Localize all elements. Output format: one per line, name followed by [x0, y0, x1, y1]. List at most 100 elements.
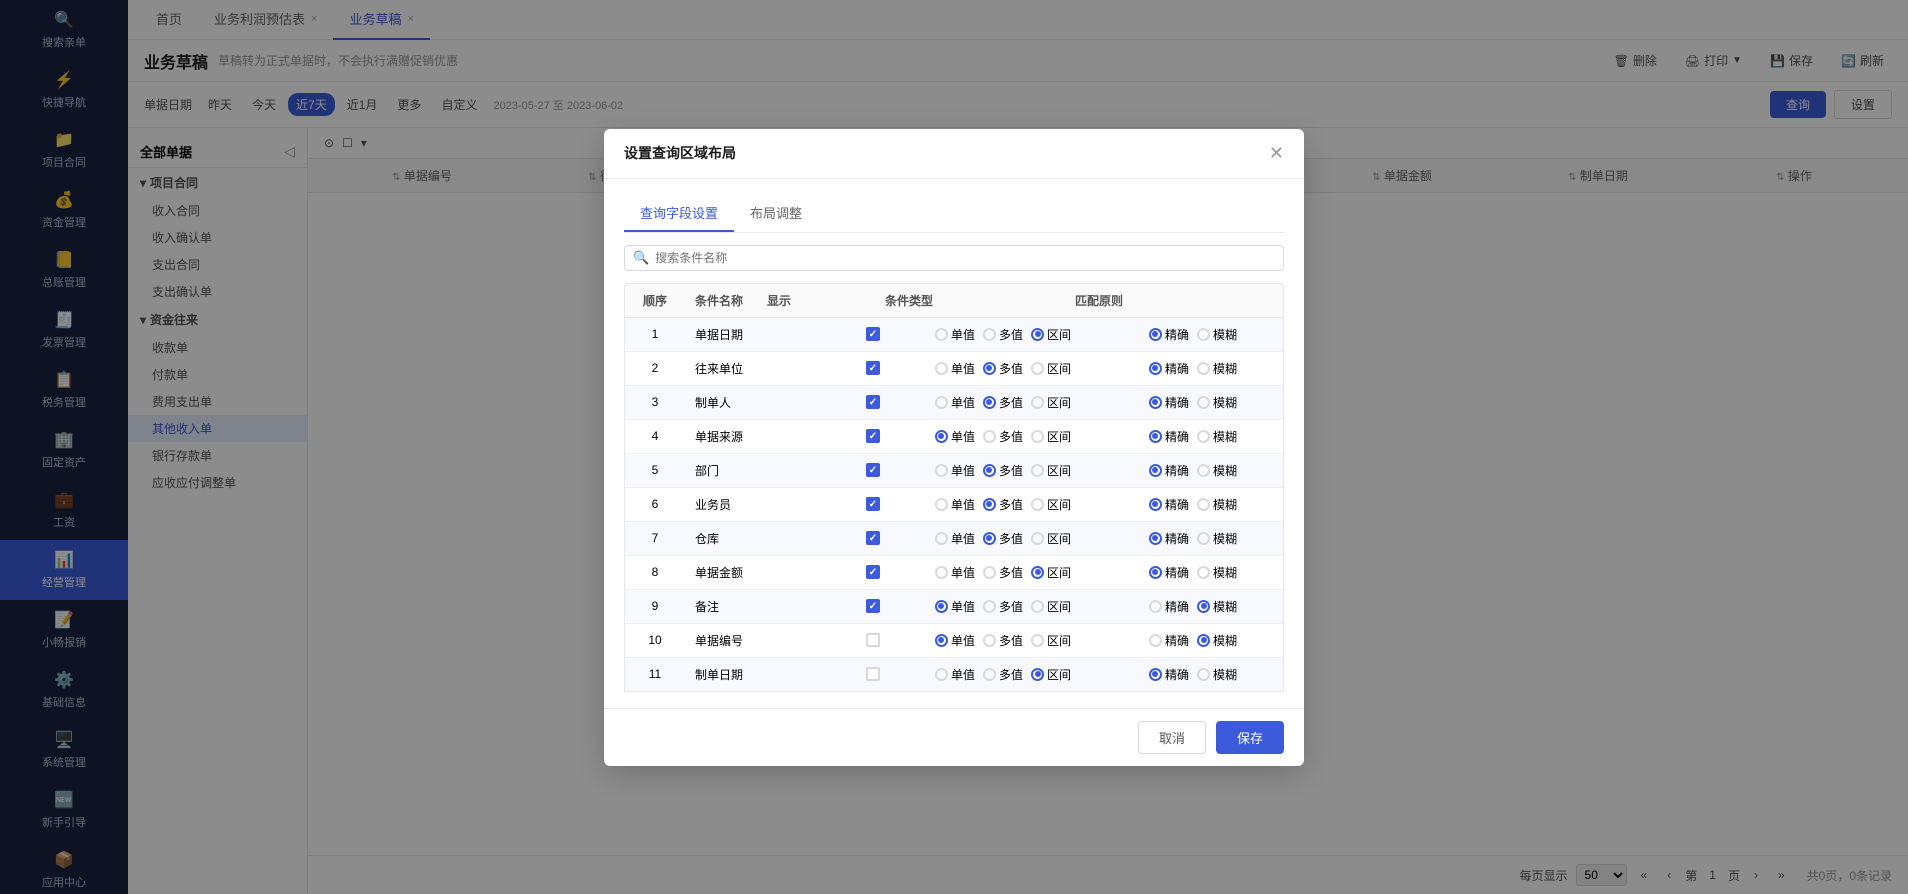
checkbox-11[interactable]	[866, 667, 880, 681]
radio-match-exact-1[interactable]: 精确	[1149, 326, 1189, 343]
radio-circle	[1197, 328, 1210, 341]
radio-type-single-3[interactable]: 单值	[935, 394, 975, 411]
row-show-8[interactable]: ✓	[843, 557, 903, 587]
modal-close-button[interactable]: ✕	[1269, 143, 1284, 164]
radio-circle	[1031, 532, 1044, 545]
radio-circle	[935, 464, 948, 477]
radio-type-multi-8[interactable]: 多值	[983, 564, 1023, 581]
radio-match-exact-11[interactable]: 精确	[1149, 666, 1189, 683]
row-show-5[interactable]: ✓	[843, 455, 903, 485]
radio-match-fuzzy-1[interactable]: 模糊	[1197, 326, 1237, 343]
modal-tab-layout[interactable]: 布局调整	[734, 195, 818, 232]
radio-match-exact-7[interactable]: 精确	[1149, 530, 1189, 547]
radio-type-single-10[interactable]: 单值	[935, 632, 975, 649]
radio-type-single-8[interactable]: 单值	[935, 564, 975, 581]
radio-type-single-2[interactable]: 单值	[935, 360, 975, 377]
radio-type-multi-9[interactable]: 多值	[983, 598, 1023, 615]
radio-match-exact-9[interactable]: 精确	[1149, 598, 1189, 615]
radio-circle	[983, 362, 996, 375]
radio-match-exact-8[interactable]: 精确	[1149, 564, 1189, 581]
radio-circle	[1197, 532, 1210, 545]
radio-type-single-1[interactable]: 单值	[935, 326, 975, 343]
radio-match-fuzzy-6[interactable]: 模糊	[1197, 496, 1237, 513]
radio-type-single-11[interactable]: 单值	[935, 666, 975, 683]
radio-match-fuzzy-4[interactable]: 模糊	[1197, 428, 1237, 445]
radio-type-range-1[interactable]: 区间	[1031, 326, 1071, 343]
row-show-3[interactable]: ✓	[843, 387, 903, 417]
radio-match-fuzzy-7[interactable]: 模糊	[1197, 530, 1237, 547]
radio-type-multi-6[interactable]: 多值	[983, 496, 1023, 513]
radio-type-multi-11[interactable]: 多值	[983, 666, 1023, 683]
radio-match-exact-3[interactable]: 精确	[1149, 394, 1189, 411]
radio-circle	[1149, 328, 1162, 341]
radio-match-exact-5[interactable]: 精确	[1149, 462, 1189, 479]
radio-type-multi-1[interactable]: 多值	[983, 326, 1023, 343]
radio-type-multi-2[interactable]: 多值	[983, 360, 1023, 377]
row-show-11[interactable]	[843, 659, 903, 689]
radio-match-fuzzy-3[interactable]: 模糊	[1197, 394, 1237, 411]
radio-match-exact-4[interactable]: 精确	[1149, 428, 1189, 445]
radio-type-range-7[interactable]: 区间	[1031, 530, 1071, 547]
settings-row: 2往来单位✓单值多值区间精确模糊	[625, 352, 1283, 386]
checkbox-7[interactable]: ✓	[866, 531, 880, 545]
checkbox-8[interactable]: ✓	[866, 565, 880, 579]
row-name-2: 往来单位	[685, 352, 843, 385]
radio-match-exact-2[interactable]: 精确	[1149, 360, 1189, 377]
radio-type-range-9[interactable]: 区间	[1031, 598, 1071, 615]
row-show-2[interactable]: ✓	[843, 353, 903, 383]
radio-match-exact-10[interactable]: 精确	[1149, 632, 1189, 649]
radio-type-range-5[interactable]: 区间	[1031, 462, 1071, 479]
settings-row: 5部门✓单值多值区间精确模糊	[625, 454, 1283, 488]
radio-type-range-6[interactable]: 区间	[1031, 496, 1071, 513]
radio-type-range-4[interactable]: 区间	[1031, 428, 1071, 445]
settings-header-顺序: 顺序	[625, 284, 685, 317]
radio-type-range-3[interactable]: 区间	[1031, 394, 1071, 411]
row-show-4[interactable]: ✓	[843, 421, 903, 451]
radio-type-multi-5[interactable]: 多值	[983, 462, 1023, 479]
radio-type-single-6[interactable]: 单值	[935, 496, 975, 513]
search-input[interactable]	[655, 251, 1275, 265]
checkbox-10[interactable]	[866, 633, 880, 647]
radio-match-fuzzy-9[interactable]: 模糊	[1197, 598, 1237, 615]
radio-match-fuzzy-5[interactable]: 模糊	[1197, 462, 1237, 479]
radio-type-single-7[interactable]: 单值	[935, 530, 975, 547]
checkbox-1[interactable]: ✓	[866, 327, 880, 341]
checkbox-9[interactable]: ✓	[866, 599, 880, 613]
checkbox-4[interactable]: ✓	[866, 429, 880, 443]
modal-body: 查询字段设置布局调整 🔍 顺序条件名称显示条件类型匹配原则 1单据日期✓单值多值…	[604, 179, 1304, 708]
cancel-button[interactable]: 取消	[1138, 721, 1206, 754]
radio-match-fuzzy-8[interactable]: 模糊	[1197, 564, 1237, 581]
row-show-7[interactable]: ✓	[843, 523, 903, 553]
radio-type-single-4[interactable]: 单值	[935, 428, 975, 445]
row-show-9[interactable]: ✓	[843, 591, 903, 621]
checkbox-3[interactable]: ✓	[866, 395, 880, 409]
row-show-6[interactable]: ✓	[843, 489, 903, 519]
row-order-6: 6	[625, 489, 685, 519]
radio-match-fuzzy-11[interactable]: 模糊	[1197, 666, 1237, 683]
modal-header: 设置查询区域布局 ✕	[604, 129, 1304, 179]
radio-match-fuzzy-10[interactable]: 模糊	[1197, 632, 1237, 649]
checkbox-6[interactable]: ✓	[866, 497, 880, 511]
settings-header-显示: 显示	[749, 284, 809, 317]
modal-tab-fields[interactable]: 查询字段设置	[624, 195, 734, 232]
save-button[interactable]: 保存	[1216, 721, 1284, 754]
settings-table: 顺序条件名称显示条件类型匹配原则 1单据日期✓单值多值区间精确模糊2往来单位✓单…	[624, 283, 1284, 692]
row-show-1[interactable]: ✓	[843, 319, 903, 349]
radio-type-range-11[interactable]: 区间	[1031, 666, 1071, 683]
radio-type-multi-4[interactable]: 多值	[983, 428, 1023, 445]
radio-type-multi-7[interactable]: 多值	[983, 530, 1023, 547]
radio-type-single-5[interactable]: 单值	[935, 462, 975, 479]
radio-match-exact-6[interactable]: 精确	[1149, 496, 1189, 513]
row-match-8: 精确模糊	[1103, 556, 1283, 589]
radio-type-range-8[interactable]: 区间	[1031, 564, 1071, 581]
radio-type-multi-10[interactable]: 多值	[983, 632, 1023, 649]
radio-type-single-9[interactable]: 单值	[935, 598, 975, 615]
row-show-10[interactable]	[843, 625, 903, 655]
radio-type-multi-3[interactable]: 多值	[983, 394, 1023, 411]
radio-circle	[983, 430, 996, 443]
checkbox-5[interactable]: ✓	[866, 463, 880, 477]
radio-type-range-10[interactable]: 区间	[1031, 632, 1071, 649]
radio-type-range-2[interactable]: 区间	[1031, 360, 1071, 377]
radio-match-fuzzy-2[interactable]: 模糊	[1197, 360, 1237, 377]
checkbox-2[interactable]: ✓	[866, 361, 880, 375]
